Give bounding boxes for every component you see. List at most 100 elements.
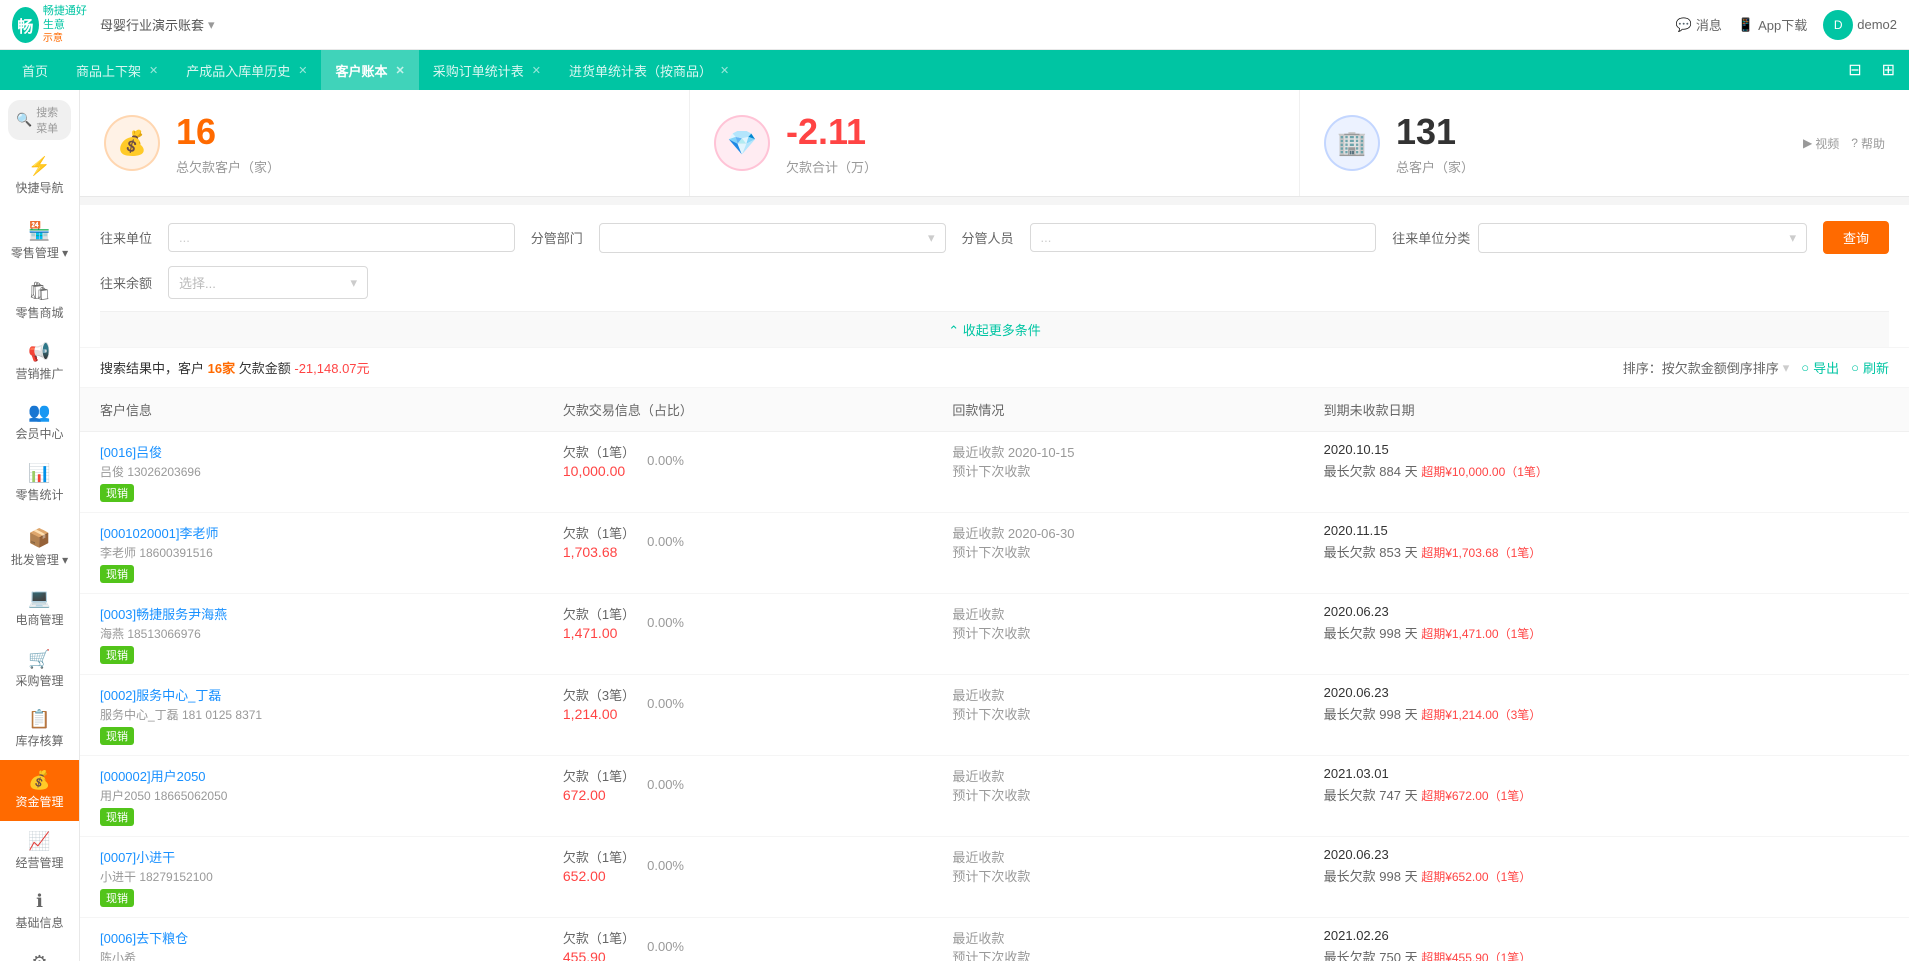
refresh-button[interactable]: ○ 刷新 bbox=[1851, 358, 1889, 377]
filter-unit-class: 往来单位分类 ▾ bbox=[1392, 223, 1807, 253]
sidebar-item-ecommerce[interactable]: 💻 电商管理 bbox=[0, 578, 79, 639]
tab-product-listing[interactable]: 商品上下架 ✕ bbox=[62, 50, 172, 90]
debt-total-label: 欠款合计（万） bbox=[786, 157, 877, 176]
next-recovery-5: 预计下次收款 bbox=[952, 866, 1283, 885]
tab-customer-ledger[interactable]: 客户账本 ✕ bbox=[321, 50, 418, 90]
close-tab-purchase-stats[interactable]: ✕ bbox=[532, 64, 541, 77]
stat-card-total-customers: 🏢 131 总客户（家） ▶ 视频 ? 帮助 bbox=[1300, 90, 1909, 196]
debt-ratio-6: 0.00% bbox=[647, 939, 684, 954]
retail-stats-icon: 📊 bbox=[28, 463, 50, 484]
wholesale-icon: 📦 bbox=[28, 528, 50, 549]
cell-debt-5: 欠款（1笔） 652.00 0.00% bbox=[543, 837, 932, 918]
search-menu-box[interactable]: 🔍 搜索菜单 bbox=[8, 100, 71, 140]
cell-due-date-6: 2021.02.26 最长欠款 750 天 超期¥455.90（1笔） bbox=[1304, 918, 1909, 961]
overdue-link-4[interactable]: 超期¥672.00（1笔） bbox=[1421, 789, 1531, 803]
debt-cell-1: 欠款（1笔） 1,703.68 0.00% bbox=[563, 523, 912, 560]
tab-goods-stats[interactable]: 进货单统计表（按商品） ✕ bbox=[555, 50, 743, 90]
overdue-link-6[interactable]: 超期¥455.90（1笔） bbox=[1421, 951, 1531, 961]
operations-icon: 📈 bbox=[28, 831, 50, 852]
filter-balance-select[interactable]: 选择... ▾ bbox=[168, 266, 368, 299]
user-name: demo2 bbox=[1857, 17, 1897, 32]
debt-count-0: 欠款（1笔） bbox=[563, 442, 635, 461]
collapse-more-conditions[interactable]: ⌃ 收起更多条件 bbox=[100, 311, 1889, 347]
debt-customers-icon-wrap: 💰 bbox=[104, 115, 160, 171]
col-header-debt-info: 欠款交易信息（占比） bbox=[543, 388, 932, 432]
overdue-days-1: 最长欠款 853 天 bbox=[1324, 545, 1422, 560]
filter-unit-class-select[interactable]: ▾ bbox=[1478, 223, 1807, 253]
tab-purchase-stats[interactable]: 采购订单统计表 ✕ bbox=[419, 50, 555, 90]
sidebar-item-base-info[interactable]: ℹ 基础信息 bbox=[0, 881, 79, 942]
view-video-label: 视频 bbox=[1815, 135, 1839, 152]
customer-name-link-4[interactable]: [000002]用户2050 bbox=[100, 769, 206, 784]
overdue-link-5[interactable]: 超期¥652.00（1笔） bbox=[1421, 870, 1531, 884]
chevron-down-icon-dept: ▾ bbox=[928, 230, 935, 246]
overdue-link-0[interactable]: 超期¥10,000.00（1笔） bbox=[1421, 465, 1548, 479]
sidebar-item-system[interactable]: ⚙ 系统管理 bbox=[0, 942, 79, 961]
help-btn[interactable]: ? 帮助 bbox=[1851, 135, 1885, 152]
search-button[interactable]: 查询 bbox=[1823, 221, 1889, 254]
filter-person-input[interactable]: ... bbox=[1030, 223, 1377, 252]
result-bar: 搜索结果中，客户 16家 欠款金额 -21,148.07元 排序：按欠款金额倒序… bbox=[80, 348, 1909, 387]
tab-finished-goods[interactable]: 产成品入库单历史 ✕ bbox=[172, 50, 321, 90]
message-btn[interactable]: 💬 消息 bbox=[1676, 15, 1722, 34]
user-profile[interactable]: D demo2 bbox=[1823, 10, 1897, 40]
table-body: [0016]吕俊 吕俊 13026203696 现销 欠款（1笔） 10,000… bbox=[80, 432, 1909, 961]
sidebar-item-purchase[interactable]: 🛒 采购管理 bbox=[0, 639, 79, 700]
filter-unit-input[interactable]: ... bbox=[168, 223, 515, 252]
customer-name-link-3[interactable]: [0002]服务中心_丁磊 bbox=[100, 688, 221, 703]
filter-dept-select[interactable]: ▾ bbox=[599, 223, 946, 253]
export-button[interactable]: ○ 导出 bbox=[1801, 358, 1839, 377]
finance-label: 资金管理 bbox=[15, 795, 63, 811]
total-customers-value: 131 bbox=[1396, 110, 1474, 153]
main-layout: 🔍 搜索菜单 ⚡ 快捷导航 🏪 零售管理 ▾ 🛍 零售商城 📢 营销推广 👥 会… bbox=[0, 90, 1909, 961]
filter-row-1: 往来单位 ... 分管部门 ▾ 分管人员 ... bbox=[100, 221, 1889, 254]
sidebar-item-marketing[interactable]: 📢 营销推广 bbox=[0, 332, 79, 393]
company-selector[interactable]: 母婴行业演示账套 ▾ bbox=[100, 15, 215, 34]
customer-name-link-2[interactable]: [0003]畅捷服务尹海燕 bbox=[100, 607, 227, 622]
filter-balance-placeholder: 选择... bbox=[179, 273, 216, 292]
close-tab-customer-ledger[interactable]: ✕ bbox=[396, 64, 405, 77]
sidebar-search-area[interactable]: 🔍 搜索菜单 bbox=[0, 90, 79, 146]
sidebar-item-wholesale[interactable]: 📦 批发管理 ▾ bbox=[0, 518, 79, 579]
cell-customer-5: [0007]小进干 小进干 18279152100 现销 bbox=[80, 837, 543, 918]
overdue-link-3[interactable]: 超期¥1,214.00（3笔） bbox=[1421, 708, 1541, 722]
sidebar-item-retail-stats[interactable]: 📊 零售统计 bbox=[0, 453, 79, 514]
tab-product-listing-label: 商品上下架 bbox=[76, 61, 141, 80]
sidebar-item-operations[interactable]: 📈 经营管理 bbox=[0, 821, 79, 882]
customer-name-link-6[interactable]: [0006]去下粮仓 bbox=[100, 931, 188, 946]
filter-person-label: 分管人员 bbox=[962, 228, 1022, 247]
overdue-link-2[interactable]: 超期¥1,471.00（1笔） bbox=[1421, 627, 1541, 641]
sidebar-item-retail-mgmt[interactable]: 🏪 零售管理 ▾ bbox=[0, 211, 79, 272]
chevron-down-sort-icon: ▾ bbox=[1783, 360, 1790, 376]
cell-debt-1: 欠款（1笔） 1,703.68 0.00% bbox=[543, 513, 932, 594]
sidebar-item-finance[interactable]: 💰 资金管理 bbox=[0, 760, 79, 821]
last-recovery-1: 最近收款 2020-06-30 bbox=[952, 523, 1283, 542]
customer-name-link-5[interactable]: [0007]小进干 bbox=[100, 850, 175, 865]
customer-name-link-1[interactable]: [0001020001]李老师 bbox=[100, 526, 219, 541]
close-tab-product-listing[interactable]: ✕ bbox=[149, 64, 158, 77]
message-icon: 💬 bbox=[1676, 17, 1692, 33]
sidebar-item-retail-mall[interactable]: 🛍 零售商城 bbox=[0, 271, 79, 332]
debt-amount-0: 10,000.00 bbox=[563, 463, 635, 479]
sidebar-item-inventory[interactable]: 📋 库存核算 bbox=[0, 699, 79, 760]
sidebar-item-quick-nav[interactable]: ⚡ 快捷导航 bbox=[0, 146, 79, 207]
nav-collapse-btn[interactable]: ⊟ bbox=[1842, 60, 1867, 80]
view-video-btn[interactable]: ▶ 视频 bbox=[1803, 135, 1839, 152]
cell-recovery-1: 最近收款 2020-06-30 预计下次收款 bbox=[932, 513, 1303, 594]
next-recovery-0: 预计下次收款 bbox=[952, 461, 1283, 480]
debt-amount-4: 672.00 bbox=[563, 787, 635, 803]
result-debt-prefix: 欠款金额 bbox=[239, 361, 291, 376]
customer-name-link-0[interactable]: [0016]吕俊 bbox=[100, 445, 162, 460]
sidebar: 🔍 搜索菜单 ⚡ 快捷导航 🏪 零售管理 ▾ 🛍 零售商城 📢 营销推广 👥 会… bbox=[0, 90, 80, 961]
sidebar-item-member[interactable]: 👥 会员中心 bbox=[0, 392, 79, 453]
next-recovery-3: 预计下次收款 bbox=[952, 704, 1283, 723]
debt-amount-5: 652.00 bbox=[563, 868, 635, 884]
sort-selector[interactable]: 排序：按欠款金额倒序排序 ▾ bbox=[1623, 358, 1790, 377]
close-tab-goods-stats[interactable]: ✕ bbox=[720, 64, 729, 77]
tab-home[interactable]: 首页 bbox=[8, 50, 62, 90]
nav-expand-btn[interactable]: ⊞ bbox=[1876, 60, 1901, 80]
app-download-btn[interactable]: 📱 App下载 bbox=[1738, 15, 1807, 34]
close-tab-finished-goods[interactable]: ✕ bbox=[298, 64, 307, 77]
cell-due-date-3: 2020.06.23 最长欠款 998 天 超期¥1,214.00（3笔） bbox=[1304, 675, 1909, 756]
overdue-link-1[interactable]: 超期¥1,703.68（1笔） bbox=[1421, 546, 1541, 560]
